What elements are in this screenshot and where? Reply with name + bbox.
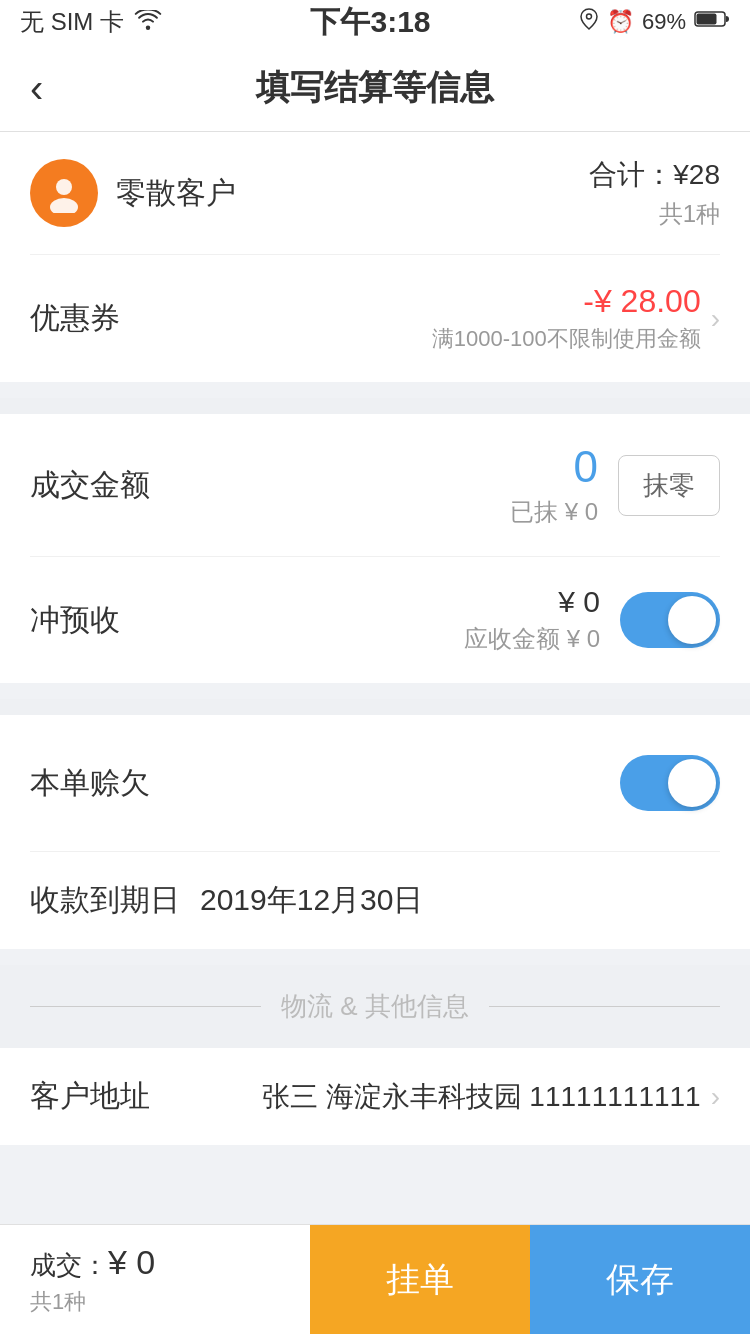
total-amount: 合计：¥28: [589, 156, 720, 194]
bottom-summary: 成交：¥ 0 共1种: [0, 1243, 310, 1317]
summary-amount: ¥ 0: [108, 1243, 155, 1281]
save-button[interactable]: 保存: [530, 1225, 750, 1335]
advance-right: ¥ 0 应收金额 ¥ 0: [464, 585, 720, 655]
advance-sub: 应收金额 ¥ 0: [464, 623, 600, 655]
customer-row: 零散客户 合计：¥28 共1种: [0, 132, 750, 254]
deal-sub: 已抹 ¥ 0: [510, 496, 598, 528]
status-left: 无 SIM 卡: [20, 6, 162, 38]
duedate-label: 收款到期日: [30, 880, 180, 921]
section-divider-2: [0, 699, 750, 715]
total-count: 共1种: [589, 198, 720, 230]
deal-value-block: 0 已抹 ¥ 0: [510, 442, 598, 528]
deal-amount: 0: [510, 442, 598, 492]
address-row[interactable]: 客户地址 张三 海淀永丰科技园 11111111111 ›: [0, 1048, 750, 1145]
svg-point-3: [56, 179, 72, 195]
duedate-value: 2019年12月30日: [200, 880, 423, 921]
customer-avatar: [30, 159, 98, 227]
debt-toggle-thumb: [668, 759, 716, 807]
customer-left: 零散客户: [30, 159, 236, 227]
advance-label: 冲预收: [30, 600, 120, 641]
hang-button[interactable]: 挂单: [310, 1225, 530, 1335]
logistics-section: 物流 & 其他信息: [0, 965, 750, 1048]
coupon-desc: 满1000-100不限制使用金额: [432, 324, 701, 354]
deal-right: 0 已抹 ¥ 0 抹零: [510, 442, 720, 528]
status-bar: 无 SIM 卡 下午3:18 ⏰ 69%: [0, 0, 750, 44]
address-label: 客户地址: [30, 1076, 150, 1117]
logistics-divider: 物流 & 其他信息: [30, 989, 720, 1024]
address-value: 张三 海淀永丰科技园 11111111111: [262, 1078, 701, 1116]
address-section: 客户地址 张三 海淀永丰科技园 11111111111 ›: [0, 1048, 750, 1145]
customer-total: 合计：¥28 共1种: [589, 156, 720, 230]
round-zero-button[interactable]: 抹零: [618, 455, 720, 516]
bottom-summary-count: 共1种: [30, 1287, 280, 1317]
coupon-value-block: -¥ 28.00 满1000-100不限制使用金额: [432, 283, 701, 354]
location-icon: [579, 8, 599, 36]
svg-rect-2: [696, 14, 716, 25]
deal-section: 成交金额 0 已抹 ¥ 0 抹零 冲预收 ¥ 0 应收金额 ¥ 0: [0, 414, 750, 683]
advance-toggle-thumb: [668, 596, 716, 644]
summary-label: 成交：: [30, 1250, 108, 1280]
coupon-chevron-icon: ›: [711, 303, 720, 335]
coupon-right: -¥ 28.00 满1000-100不限制使用金额 ›: [432, 283, 720, 354]
debt-section: 本单赊欠 收款到期日 2019年12月30日: [0, 715, 750, 949]
status-time: 下午3:18: [310, 2, 430, 43]
coupon-label: 优惠券: [30, 298, 120, 339]
advance-toggle[interactable]: [620, 592, 720, 648]
section-divider-1: [0, 398, 750, 414]
debt-label: 本单赊欠: [30, 763, 150, 804]
battery-text: 69%: [642, 9, 686, 35]
customer-name: 零散客户: [116, 173, 236, 214]
address-chevron-icon: ›: [711, 1081, 720, 1113]
battery-icon: [694, 9, 730, 35]
coupon-amount: -¥ 28.00: [432, 283, 701, 320]
advance-value-block: ¥ 0 应收金额 ¥ 0: [464, 585, 600, 655]
deal-row: 成交金额 0 已抹 ¥ 0 抹零: [0, 414, 750, 556]
coupon-row[interactable]: 优惠券 -¥ 28.00 满1000-100不限制使用金额 ›: [0, 255, 750, 382]
logistics-label: 物流 & 其他信息: [281, 989, 469, 1024]
status-right: ⏰ 69%: [579, 8, 730, 36]
svg-point-0: [586, 14, 591, 19]
advance-row: 冲预收 ¥ 0 应收金额 ¥ 0: [0, 557, 750, 683]
deal-label: 成交金额: [30, 465, 150, 506]
debt-toggle[interactable]: [620, 755, 720, 811]
bottom-summary-top: 成交：¥ 0: [30, 1243, 280, 1283]
wifi-icon: [134, 8, 162, 36]
page-title: 填写结算等信息: [256, 65, 494, 111]
carrier-text: 无 SIM 卡: [20, 6, 124, 38]
alarm-icon: ⏰: [607, 9, 634, 35]
debt-row: 本单赊欠: [0, 715, 750, 851]
svg-point-4: [50, 198, 78, 213]
back-button[interactable]: ‹: [30, 68, 43, 108]
advance-amount: ¥ 0: [464, 585, 600, 619]
duedate-row[interactable]: 收款到期日 2019年12月30日: [0, 852, 750, 949]
address-right: 张三 海淀永丰科技园 11111111111 ›: [232, 1078, 720, 1116]
bottom-bar: 成交：¥ 0 共1种 挂单 保存: [0, 1224, 750, 1334]
nav-bar: ‹ 填写结算等信息: [0, 44, 750, 132]
customer-section: 零散客户 合计：¥28 共1种 优惠券 -¥ 28.00 满1000-100不限…: [0, 132, 750, 382]
